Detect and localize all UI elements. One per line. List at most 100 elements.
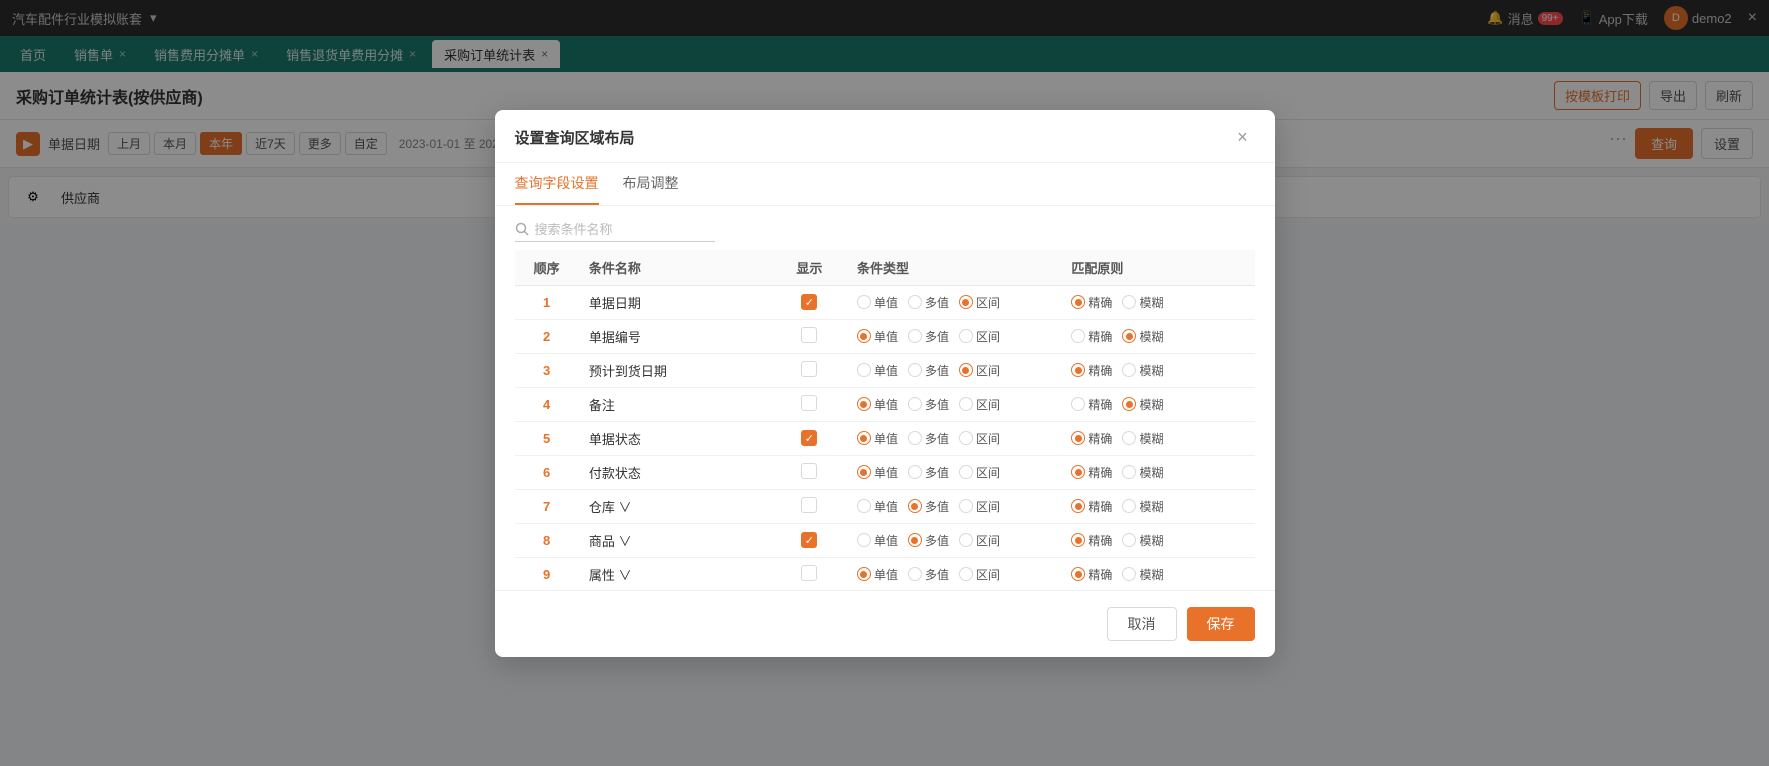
radio-type-多值-0[interactable]: 多值 bbox=[908, 294, 949, 311]
modal-tab-fields[interactable]: 查询字段设置 bbox=[515, 163, 599, 205]
radio-match-模糊-6[interactable]: 模糊 bbox=[1122, 498, 1163, 515]
search-input-wrap[interactable] bbox=[515, 218, 715, 242]
radio-type-单值-1[interactable]: 单值 bbox=[857, 328, 898, 345]
radio-match-精确-3[interactable]: 精确 bbox=[1071, 396, 1112, 413]
radio-dot-单值-0 bbox=[857, 295, 871, 309]
radio-match-模糊-3[interactable]: 模糊 bbox=[1122, 396, 1163, 413]
table-row: 3预计到货日期单值多值区间精确模糊 bbox=[515, 353, 1255, 387]
row-order-4: 5 bbox=[515, 421, 579, 455]
row-display-1[interactable] bbox=[772, 319, 847, 353]
radio-match-模糊-5[interactable]: 模糊 bbox=[1122, 464, 1163, 481]
row-name-7: 商品 ∨ bbox=[579, 523, 772, 557]
checkbox-6[interactable] bbox=[801, 497, 817, 513]
checkbox-0[interactable] bbox=[801, 294, 817, 310]
row-display-6[interactable] bbox=[772, 489, 847, 523]
radio-type-多值-1[interactable]: 多值 bbox=[908, 328, 949, 345]
radio-match-dot-精确-4 bbox=[1071, 431, 1085, 445]
row-type-0: 单值多值区间 bbox=[847, 285, 1061, 319]
radio-dot-区间-5 bbox=[959, 465, 973, 479]
radio-match-模糊-7[interactable]: 模糊 bbox=[1122, 532, 1163, 549]
radio-type-区间-7[interactable]: 区间 bbox=[959, 532, 1000, 549]
modal-close-btn[interactable]: × bbox=[1231, 126, 1255, 150]
radio-type-区间-5[interactable]: 区间 bbox=[959, 464, 1000, 481]
search-input[interactable] bbox=[535, 222, 695, 237]
radio-type-多值-6[interactable]: 多值 bbox=[908, 498, 949, 515]
radio-type-区间-1[interactable]: 区间 bbox=[959, 328, 1000, 345]
row-order-3: 4 bbox=[515, 387, 579, 421]
checkbox-7[interactable] bbox=[801, 532, 817, 548]
radio-type-区间-6[interactable]: 区间 bbox=[959, 498, 1000, 515]
radio-match-精确-0[interactable]: 精确 bbox=[1071, 294, 1112, 311]
modal-body: 顺序 条件名称 显示 条件类型 匹配原则 1单据日期单值多值区间精确模糊2单据编… bbox=[495, 250, 1275, 590]
row-order-1: 2 bbox=[515, 319, 579, 353]
radio-match-精确-8[interactable]: 精确 bbox=[1071, 566, 1112, 583]
checkbox-2[interactable] bbox=[801, 361, 817, 377]
radio-type-单值-0[interactable]: 单值 bbox=[857, 294, 898, 311]
radio-type-多值-4[interactable]: 多值 bbox=[908, 430, 949, 447]
row-display-0[interactable] bbox=[772, 285, 847, 319]
modal-dialog: 设置查询区域布局 × 查询字段设置 布局调整 bbox=[495, 110, 1275, 657]
radio-type-区间-2[interactable]: 区间 bbox=[959, 362, 1000, 379]
row-display-5[interactable] bbox=[772, 455, 847, 489]
radio-dot-单值-3 bbox=[857, 397, 871, 411]
checkbox-3[interactable] bbox=[801, 395, 817, 411]
row-display-4[interactable] bbox=[772, 421, 847, 455]
row-order-8: 9 bbox=[515, 557, 579, 590]
radio-type-多值-3[interactable]: 多值 bbox=[908, 396, 949, 413]
row-order-0: 1 bbox=[515, 285, 579, 319]
modal-tab-layout[interactable]: 布局调整 bbox=[623, 163, 679, 205]
radio-type-单值-6[interactable]: 单值 bbox=[857, 498, 898, 515]
row-display-8[interactable] bbox=[772, 557, 847, 590]
conditions-scroll-area[interactable]: 顺序 条件名称 显示 条件类型 匹配原则 1单据日期单值多值区间精确模糊2单据编… bbox=[515, 250, 1255, 590]
radio-type-区间-3[interactable]: 区间 bbox=[959, 396, 1000, 413]
radio-match-dot-精确-1 bbox=[1071, 329, 1085, 343]
radio-dot-单值-4 bbox=[857, 431, 871, 445]
radio-match-模糊-1[interactable]: 模糊 bbox=[1122, 328, 1163, 345]
radio-type-单值-7[interactable]: 单值 bbox=[857, 532, 898, 549]
row-display-7[interactable] bbox=[772, 523, 847, 557]
radio-match-精确-4[interactable]: 精确 bbox=[1071, 430, 1112, 447]
radio-match-精确-6[interactable]: 精确 bbox=[1071, 498, 1112, 515]
row-type-4: 单值多值区间 bbox=[847, 421, 1061, 455]
checkbox-1[interactable] bbox=[801, 327, 817, 343]
radio-dot-区间-0 bbox=[959, 295, 973, 309]
radio-type-区间-0[interactable]: 区间 bbox=[959, 294, 1000, 311]
radio-dot-区间-8 bbox=[959, 567, 973, 581]
radio-type-区间-8[interactable]: 区间 bbox=[959, 566, 1000, 583]
radio-type-区间-4[interactable]: 区间 bbox=[959, 430, 1000, 447]
table-row: 1单据日期单值多值区间精确模糊 bbox=[515, 285, 1255, 319]
radio-type-多值-5[interactable]: 多值 bbox=[908, 464, 949, 481]
save-btn[interactable]: 保存 bbox=[1187, 607, 1255, 641]
radio-match-dot-精确-8 bbox=[1071, 567, 1085, 581]
checkbox-5[interactable] bbox=[801, 463, 817, 479]
row-display-2[interactable] bbox=[772, 353, 847, 387]
row-display-3[interactable] bbox=[772, 387, 847, 421]
radio-match-模糊-0[interactable]: 模糊 bbox=[1122, 294, 1163, 311]
radio-type-单值-3[interactable]: 单值 bbox=[857, 396, 898, 413]
checkbox-8[interactable] bbox=[801, 565, 817, 581]
radio-match-精确-1[interactable]: 精确 bbox=[1071, 328, 1112, 345]
radio-match-dot-精确-2 bbox=[1071, 363, 1085, 377]
row-match-3: 精确模糊 bbox=[1061, 387, 1254, 421]
radio-match-模糊-2[interactable]: 模糊 bbox=[1122, 362, 1163, 379]
cancel-btn[interactable]: 取消 bbox=[1107, 607, 1177, 641]
radio-match-精确-2[interactable]: 精确 bbox=[1071, 362, 1112, 379]
col-header-display: 显示 bbox=[772, 250, 847, 286]
radio-match-模糊-4[interactable]: 模糊 bbox=[1122, 430, 1163, 447]
radio-dot-多值-2 bbox=[908, 363, 922, 377]
radio-type-单值-5[interactable]: 单值 bbox=[857, 464, 898, 481]
radio-type-单值-4[interactable]: 单值 bbox=[857, 430, 898, 447]
row-order-5: 6 bbox=[515, 455, 579, 489]
radio-type-单值-2[interactable]: 单值 bbox=[857, 362, 898, 379]
radio-type-多值-7[interactable]: 多值 bbox=[908, 532, 949, 549]
radio-type-单值-8[interactable]: 单值 bbox=[857, 566, 898, 583]
row-order-6: 7 bbox=[515, 489, 579, 523]
radio-match-精确-7[interactable]: 精确 bbox=[1071, 532, 1112, 549]
radio-type-多值-8[interactable]: 多值 bbox=[908, 566, 949, 583]
radio-match-模糊-8[interactable]: 模糊 bbox=[1122, 566, 1163, 583]
col-header-order: 顺序 bbox=[515, 250, 579, 286]
checkbox-4[interactable] bbox=[801, 430, 817, 446]
radio-match-精确-5[interactable]: 精确 bbox=[1071, 464, 1112, 481]
table-row: 2单据编号单值多值区间精确模糊 bbox=[515, 319, 1255, 353]
radio-type-多值-2[interactable]: 多值 bbox=[908, 362, 949, 379]
